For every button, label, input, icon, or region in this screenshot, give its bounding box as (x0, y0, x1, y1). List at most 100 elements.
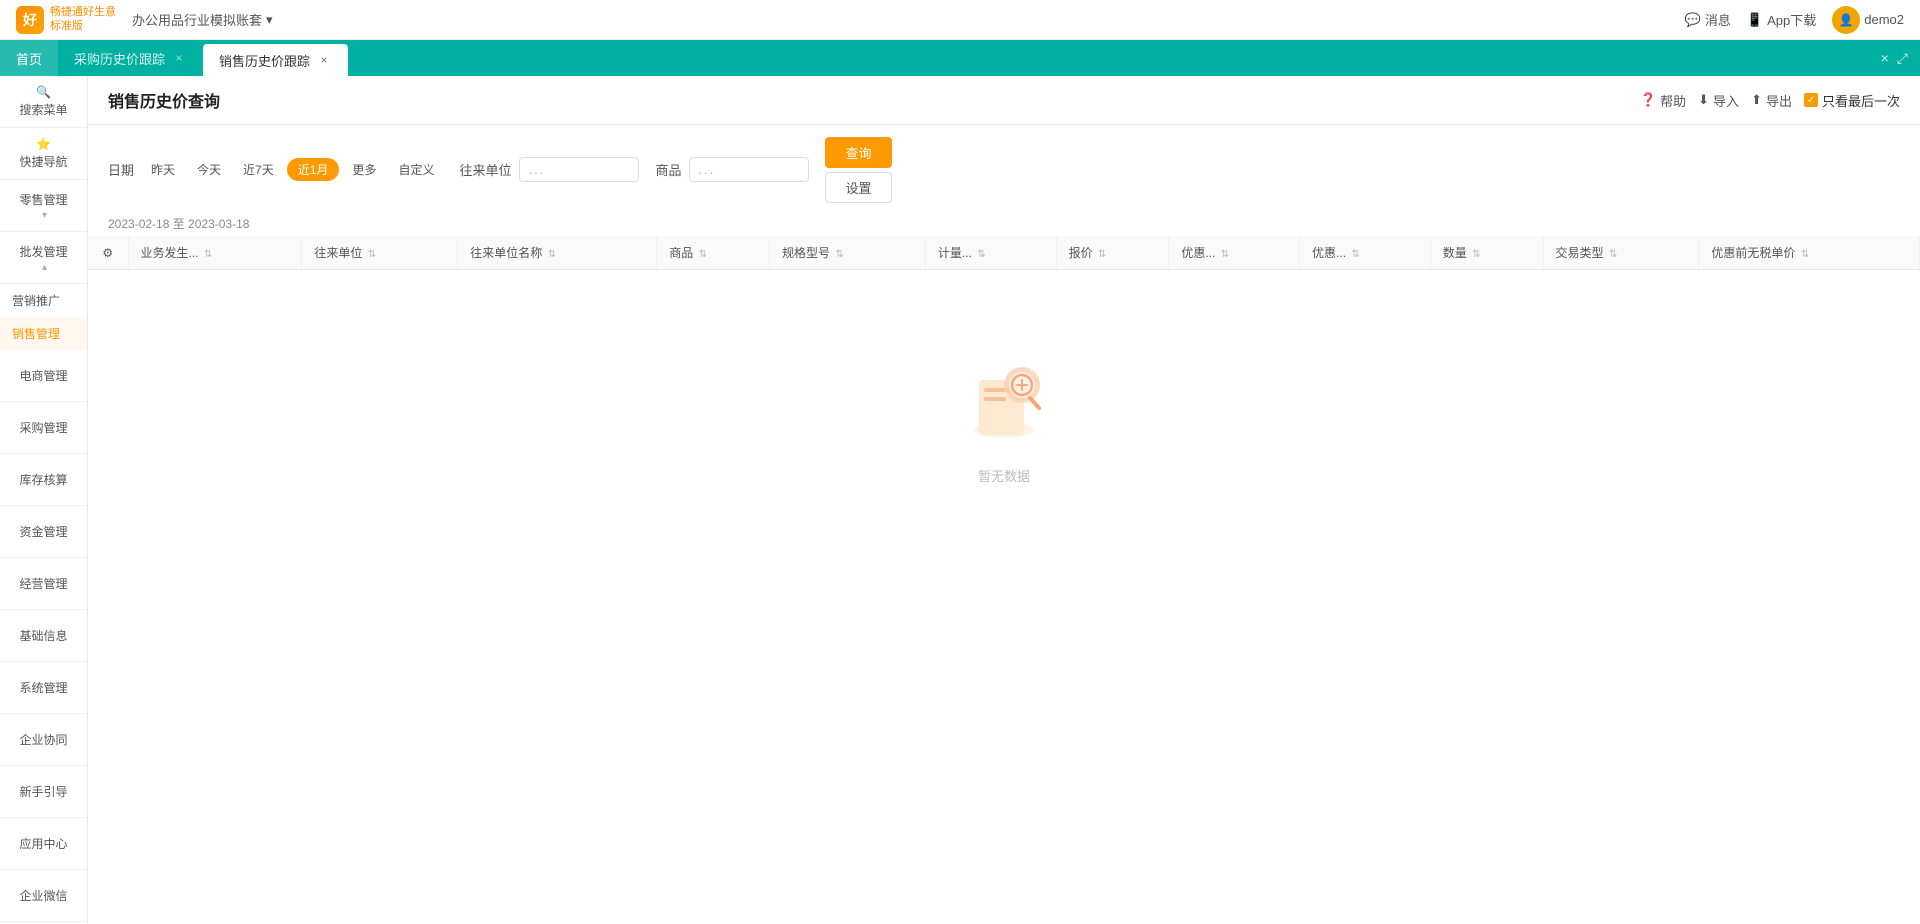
avatar: 👤 (1832, 6, 1860, 34)
download-icon: 📱 (1747, 12, 1763, 28)
sidebar-item-ecommerce[interactable]: 电商管理 (0, 350, 87, 402)
export-button[interactable]: ⬆ 导出 (1751, 91, 1792, 110)
sidebar-item-quicknav[interactable]: ⭐ 快捷导航 (0, 128, 87, 180)
col-trade-type[interactable]: 交易类型 ⇅ (1543, 236, 1699, 270)
sidebar-item-purchase[interactable]: 采购管理 (0, 402, 87, 454)
import-button[interactable]: ⬇ 导入 (1698, 91, 1739, 110)
col-qty[interactable]: 数量 ⇅ (1430, 236, 1543, 270)
sidebar-item-basic-info[interactable]: 基础信息 (0, 610, 87, 662)
sidebar-item-finance[interactable]: 资金管理 (0, 506, 87, 558)
sidebar-item-app-center[interactable]: 应用中心 (0, 818, 87, 870)
data-table: ⚙ 业务发生... ⇅ 往来单位 ⇅ 往来单位名称 ⇅ (88, 236, 1920, 270)
sidebar-item-operations[interactable]: 经营管理 (0, 558, 87, 610)
tab-sales-history[interactable]: 销售历史价跟踪 × (203, 44, 348, 76)
sidebar-item-weixin[interactable]: 企业微信 (0, 870, 87, 922)
col-unit[interactable]: 计量... ⇅ (925, 236, 1056, 270)
sidebar-item-guide[interactable]: 新手引导 (0, 766, 87, 818)
tab-home-label: 首页 (16, 49, 42, 68)
product-input[interactable]: ... (689, 157, 809, 182)
page-title-row: 销售历史价查询 ❓ 帮助 ⬇ 导入 ⬆ 导出 (108, 88, 1900, 112)
page-actions: ❓ 帮助 ⬇ 导入 ⬆ 导出 只看最后一次 (1640, 91, 1900, 110)
message-button[interactable]: 💬 消息 (1685, 10, 1731, 29)
help-button[interactable]: ❓ 帮助 (1640, 91, 1686, 110)
user-menu[interactable]: 👤 demo2 (1832, 6, 1904, 34)
query-button[interactable]: 查询 (825, 137, 891, 168)
date-btn-custom[interactable]: 自定义 (389, 158, 443, 181)
tab-purchase-close[interactable]: × (171, 50, 187, 66)
chevron-down-icon: ▾ (266, 12, 273, 28)
sidebar-item-sales-mgmt[interactable]: 销售管理 (0, 317, 87, 350)
sidebar-item-marketing[interactable]: 营销推广 (0, 284, 87, 317)
col-discount1[interactable]: 优惠... ⇅ (1169, 236, 1300, 270)
partner-input[interactable]: ... (519, 157, 639, 182)
date-btn-yesterday[interactable]: 昨天 (142, 158, 184, 181)
sort-icon: ⇅ (1098, 249, 1106, 260)
product-filter-group: 商品 ... (655, 157, 809, 182)
top-bar-left: 好 畅捷通好生意 标准版 办公用品行业模拟账套 ▾ (16, 6, 281, 34)
help-icon: ❓ (1640, 92, 1656, 108)
col-discount2[interactable]: 优惠... ⇅ (1300, 236, 1431, 270)
date-btn-7days[interactable]: 近7天 (234, 158, 283, 181)
sort-icon: ⇅ (699, 249, 707, 260)
sort-icon: ⇅ (1351, 249, 1359, 260)
tab-home[interactable]: 首页 (0, 40, 58, 76)
content-area: 销售历史价查询 ❓ 帮助 ⬇ 导入 ⬆ 导出 (88, 76, 1920, 924)
sort-icon: ⇅ (204, 249, 212, 260)
action-buttons: 查询 设置 (825, 137, 891, 203)
tab-bar-actions: × ⤢ (1881, 50, 1920, 67)
col-quote[interactable]: 报价 ⇅ (1056, 236, 1169, 270)
empty-icon (954, 350, 1054, 450)
main-layout: 🔍 搜索菜单 ⭐ 快捷导航 零售管理 ▾ 批发管理 ▴ 营销推广 销售管理 电商… (0, 76, 1920, 924)
search-icon: 🔍 (36, 85, 51, 99)
export-icon: ⬆ (1751, 92, 1762, 108)
top-bar-right: 💬 消息 📱 App下载 👤 demo2 (1685, 6, 1904, 34)
date-filter-group: 日期 昨天 今天 近7天 近1月 更多 自定义 (108, 158, 443, 181)
col-partner-name[interactable]: 往来单位名称 ⇅ (458, 236, 657, 270)
only-last-checkbox[interactable] (1804, 93, 1818, 107)
empty-text: 暂无数据 (978, 466, 1030, 485)
only-last-checkbox-label[interactable]: 只看最后一次 (1804, 91, 1900, 110)
message-icon: 💬 (1685, 12, 1701, 28)
sidebar-item-search[interactable]: 🔍 搜索菜单 (0, 76, 87, 128)
col-biz-date[interactable]: 业务发生... ⇅ (128, 236, 302, 270)
col-partner-code[interactable]: 往来单位 ⇅ (302, 236, 458, 270)
table-header: ⚙ 业务发生... ⇅ 往来单位 ⇅ 往来单位名称 ⇅ (88, 236, 1920, 270)
sort-icon: ⇅ (548, 249, 556, 260)
settings-icon[interactable]: ⚙ (102, 246, 113, 260)
date-btn-today[interactable]: 今天 (188, 158, 230, 181)
date-btn-1month[interactable]: 近1月 (287, 158, 340, 181)
chevron-up-icon: ▴ (42, 262, 47, 273)
tab-purchase-history[interactable]: 采购历史价跟踪 × (58, 40, 203, 76)
tab-sales-label: 销售历史价跟踪 (219, 51, 310, 70)
col-spec[interactable]: 规格型号 ⇅ (769, 236, 925, 270)
maximize-button[interactable]: ⤢ (1897, 50, 1908, 67)
sort-icon: ⇅ (368, 249, 376, 260)
partner-filter-group: 往来单位 ... (459, 157, 639, 182)
logo-text: 畅捷通好生意 标准版 (50, 6, 116, 32)
logo-area: 好 畅捷通好生意 标准版 (16, 6, 116, 34)
workspace-selector[interactable]: 办公用品行业模拟账套 ▾ (124, 6, 281, 33)
filter-bar: 日期 昨天 今天 近7天 近1月 更多 自定义 往来单位 ... 商品 (88, 125, 1920, 215)
col-pretax-price[interactable]: 优惠前无税单价 ⇅ (1699, 236, 1920, 270)
sidebar-item-system[interactable]: 系统管理 (0, 662, 87, 714)
sort-icon: ⇅ (1609, 249, 1617, 260)
date-buttons: 昨天 今天 近7天 近1月 更多 自定义 (142, 158, 443, 181)
date-btn-more[interactable]: 更多 (343, 158, 385, 181)
close-all-tabs-button[interactable]: × (1881, 50, 1889, 66)
empty-state: 暂无数据 (88, 270, 1920, 565)
sort-icon: ⇅ (977, 249, 985, 260)
setting-button[interactable]: 设置 (825, 172, 891, 203)
sort-icon: ⇅ (1472, 249, 1480, 260)
sidebar-item-enterprise[interactable]: 企业协同 (0, 714, 87, 766)
sidebar-item-retail[interactable]: 零售管理 ▾ (0, 180, 87, 232)
sort-icon: ⇅ (835, 249, 843, 260)
col-product[interactable]: 商品 ⇅ (657, 236, 770, 270)
page-title: 销售历史价查询 (108, 88, 220, 112)
col-settings[interactable]: ⚙ (88, 236, 128, 270)
chevron-right-icon: ▾ (42, 210, 47, 221)
table-container: ⚙ 业务发生... ⇅ 往来单位 ⇅ 往来单位名称 ⇅ (88, 236, 1920, 924)
sidebar-item-wholesale[interactable]: 批发管理 ▴ (0, 232, 87, 284)
sidebar-item-inventory[interactable]: 库存核算 (0, 454, 87, 506)
app-download-button[interactable]: 📱 App下载 (1747, 10, 1816, 29)
tab-sales-close[interactable]: × (316, 52, 332, 68)
